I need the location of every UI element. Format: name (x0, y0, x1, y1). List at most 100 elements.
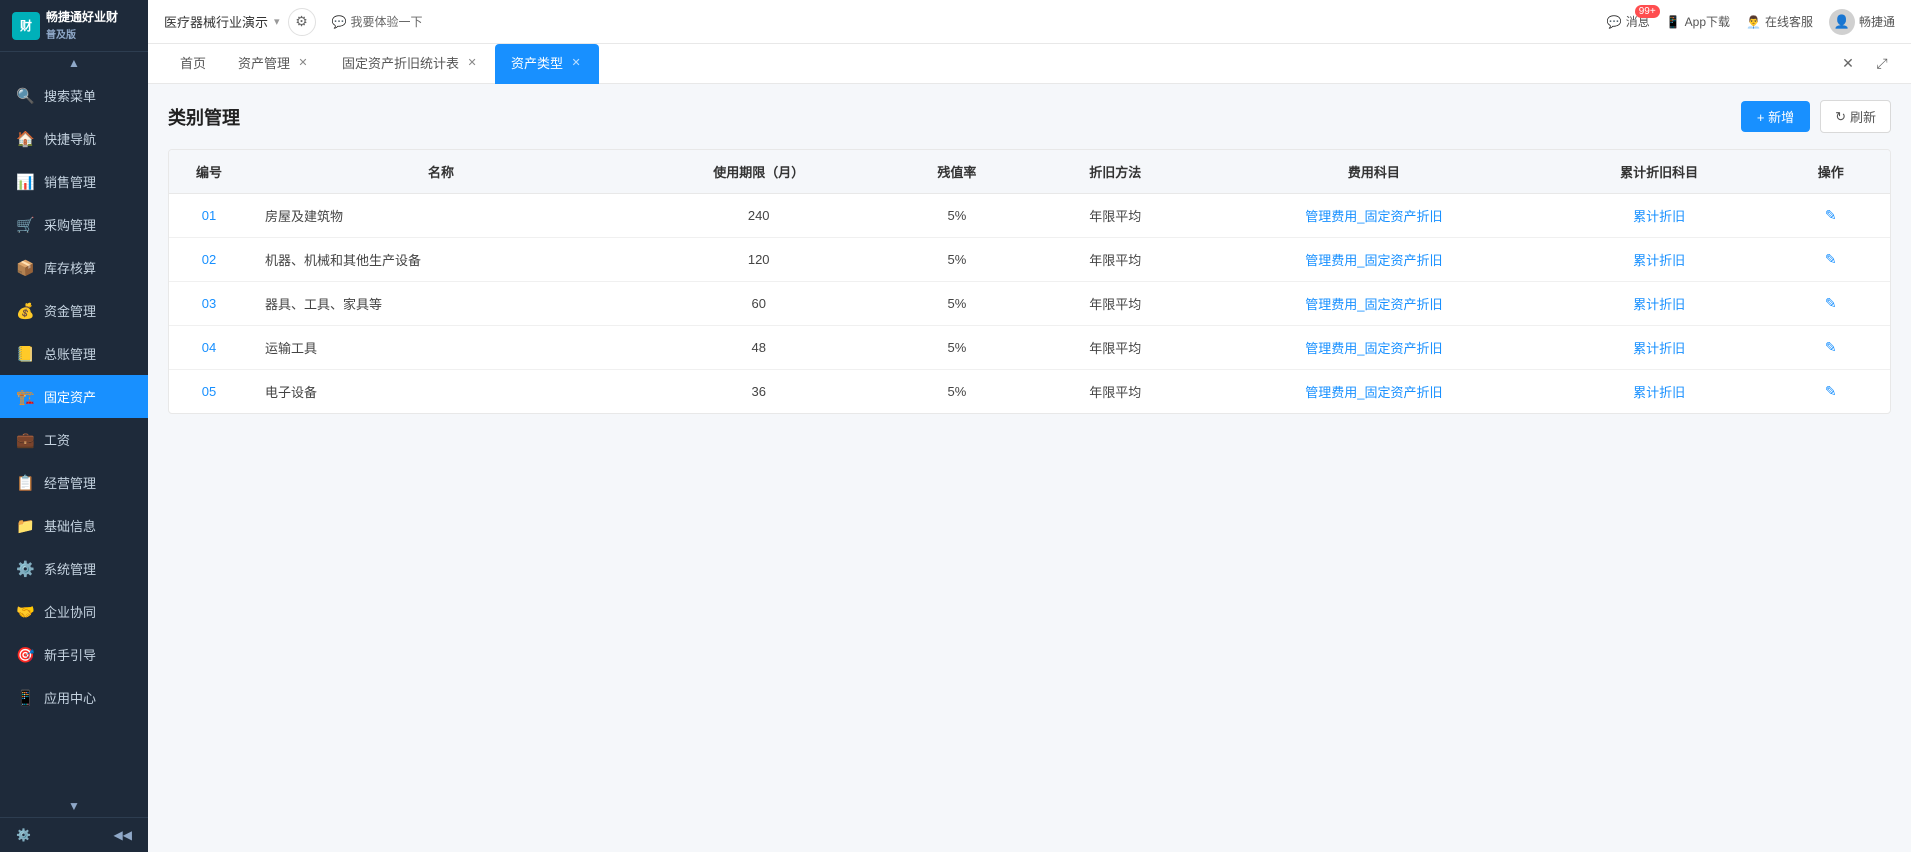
folder-icon: 📁 (16, 517, 34, 535)
page-content: 类别管理 + 新增 ↻ 刷新 编号 名称 使用期限（月） 残值率 折旧方法 (148, 84, 1911, 852)
expand-icon: ⤢ (1876, 55, 1887, 72)
app-download-button[interactable]: 📱 App下载 (1666, 13, 1730, 30)
sidebar-item-payroll[interactable]: 💼 工资 (0, 418, 148, 461)
refresh-button[interactable]: ↻ 刷新 (1820, 100, 1891, 133)
ledger-icon: 📒 (16, 345, 34, 363)
search-icon: 🔍 (16, 87, 34, 105)
page-title: 类别管理 (168, 104, 240, 130)
edit-icon[interactable]: ✎ (1825, 251, 1837, 267)
sidebar: 财 畅捷通好业财 普及版 ▲ 🔍 搜索菜单 🏠 快捷导航 📊 销售管理 🛒 采购… (0, 0, 148, 852)
company-settings-button[interactable]: ⚙ (288, 8, 316, 36)
cell-method: 年限平均 (1029, 326, 1201, 370)
cell-residual: 5% (884, 194, 1029, 238)
close-icon[interactable]: ✕ (569, 56, 583, 70)
sidebar-item-guide[interactable]: 🎯 新手引导 (0, 633, 148, 676)
cell-name: 器具、工具、家具等 (249, 282, 633, 326)
cell-period: 60 (633, 282, 884, 326)
col-code: 编号 (169, 150, 249, 194)
edit-icon[interactable]: ✎ (1825, 207, 1837, 223)
company-selector[interactable]: 医疗器械行业演示 ▾ (164, 12, 280, 31)
sidebar-item-inventory[interactable]: 📦 库存核算 (0, 246, 148, 289)
sidebar-item-purchase[interactable]: 🛒 采购管理 (0, 203, 148, 246)
edit-icon[interactable]: ✎ (1825, 383, 1837, 399)
cell-action[interactable]: ✎ (1771, 194, 1890, 238)
tab-depreciation-report[interactable]: 固定资产折旧统计表 ✕ (326, 44, 495, 84)
target-icon: 🎯 (16, 646, 34, 664)
app-logo: 财 畅捷通好业财 普及版 (0, 0, 148, 52)
cell-accumulated: 累计折旧 (1547, 282, 1772, 326)
message-button[interactable]: 💬 消息 99+ (1607, 13, 1650, 30)
sidebar-item-label: 资金管理 (44, 301, 96, 320)
tab-asset-mgmt[interactable]: 资产管理 ✕ (222, 44, 326, 84)
tab-bar-actions: ✕ ⤢ (1835, 51, 1895, 77)
sidebar-item-label: 搜索菜单 (44, 86, 96, 105)
sidebar-item-label: 快捷导航 (44, 129, 96, 148)
sidebar-settings-icon[interactable]: ⚙️ (16, 828, 31, 842)
tab-home[interactable]: 首页 (164, 44, 222, 84)
cell-period: 240 (633, 194, 884, 238)
online-service-button[interactable]: 👨‍💼 在线客服 (1746, 13, 1813, 30)
briefcase-icon: 💼 (16, 431, 34, 449)
sidebar-item-quick-nav[interactable]: 🏠 快捷导航 (0, 117, 148, 160)
sidebar-item-label: 固定资产 (44, 387, 96, 406)
sidebar-footer: ⚙️ ◀◀ (0, 817, 148, 852)
cell-accumulated: 累计折旧 (1547, 370, 1772, 414)
sidebar-item-sales[interactable]: 📊 销售管理 (0, 160, 148, 203)
handshake-icon: 🤝 (16, 603, 34, 621)
close-icon[interactable]: ✕ (296, 56, 310, 70)
add-button[interactable]: + 新增 (1741, 101, 1810, 132)
sidebar-item-search[interactable]: 🔍 搜索菜单 (0, 74, 148, 117)
cell-expense: 管理费用_固定资产折旧 (1201, 238, 1547, 282)
sidebar-item-label: 企业协同 (44, 602, 96, 621)
table-body: 01 房屋及建筑物 240 5% 年限平均 管理费用_固定资产折旧 累计折旧 ✎… (169, 194, 1890, 414)
service-icon: 👨‍💼 (1746, 15, 1761, 29)
scroll-down-indicator[interactable]: ▼ (0, 795, 148, 817)
tab-asset-mgmt-label: 资产管理 (238, 53, 290, 72)
sidebar-item-capital[interactable]: 💰 资金管理 (0, 289, 148, 332)
cell-accumulated: 累计折旧 (1547, 238, 1772, 282)
tab-home-label: 首页 (180, 53, 206, 72)
close-tab-button[interactable]: ✕ (1835, 51, 1861, 77)
logo-icon: 财 (12, 12, 40, 40)
col-residual: 残值率 (884, 150, 1029, 194)
cell-action[interactable]: ✎ (1771, 282, 1890, 326)
sidebar-item-label: 采购管理 (44, 215, 96, 234)
edit-icon[interactable]: ✎ (1825, 339, 1837, 355)
sidebar-item-basic-info[interactable]: 📁 基础信息 (0, 504, 148, 547)
col-expense: 费用科目 (1201, 150, 1547, 194)
feedback-button[interactable]: 💬 我要体验一下 (324, 9, 431, 34)
user-menu[interactable]: 👤 畅捷通 (1829, 9, 1895, 35)
cell-accumulated: 累计折旧 (1547, 194, 1772, 238)
table-row: 05 电子设备 36 5% 年限平均 管理费用_固定资产折旧 累计折旧 ✎ (169, 370, 1890, 414)
sidebar-item-app-center[interactable]: 📱 应用中心 (0, 676, 148, 719)
col-period: 使用期限（月） (633, 150, 884, 194)
sidebar-item-label: 基础信息 (44, 516, 96, 535)
cell-action[interactable]: ✎ (1771, 326, 1890, 370)
settings-icon: ⚙ (295, 13, 308, 30)
sidebar-item-system[interactable]: ⚙️ 系统管理 (0, 547, 148, 590)
sidebar-item-label: 系统管理 (44, 559, 96, 578)
cell-action[interactable]: ✎ (1771, 370, 1890, 414)
sidebar-item-ledger[interactable]: 📒 总账管理 (0, 332, 148, 375)
cell-residual: 5% (884, 238, 1029, 282)
refresh-icon: ↻ (1835, 109, 1846, 125)
cell-period: 48 (633, 326, 884, 370)
cell-code: 02 (169, 238, 249, 282)
expand-tab-button[interactable]: ⤢ (1869, 51, 1895, 77)
tab-asset-type[interactable]: 资产类型 ✕ (495, 44, 599, 84)
sidebar-item-corp-coop[interactable]: 🤝 企业协同 (0, 590, 148, 633)
online-service-label: 在线客服 (1765, 13, 1813, 30)
table-row: 03 器具、工具、家具等 60 5% 年限平均 管理费用_固定资产折旧 累计折旧… (169, 282, 1890, 326)
cell-code: 05 (169, 370, 249, 414)
sidebar-item-fixed-assets[interactable]: 🏗️ 固定资产 (0, 375, 148, 418)
scroll-up-indicator[interactable]: ▲ (0, 52, 148, 74)
user-icon: 👤 (1834, 14, 1850, 30)
edit-icon[interactable]: ✎ (1825, 295, 1837, 311)
message-badge: 99+ (1635, 5, 1660, 18)
sidebar-item-ops[interactable]: 📋 经营管理 (0, 461, 148, 504)
table-row: 02 机器、机械和其他生产设备 120 5% 年限平均 管理费用_固定资产折旧 … (169, 238, 1890, 282)
close-icon[interactable]: ✕ (465, 56, 479, 70)
cell-action[interactable]: ✎ (1771, 238, 1890, 282)
refresh-label: 刷新 (1850, 107, 1876, 126)
sidebar-collapse-button[interactable]: ◀◀ (114, 828, 132, 842)
